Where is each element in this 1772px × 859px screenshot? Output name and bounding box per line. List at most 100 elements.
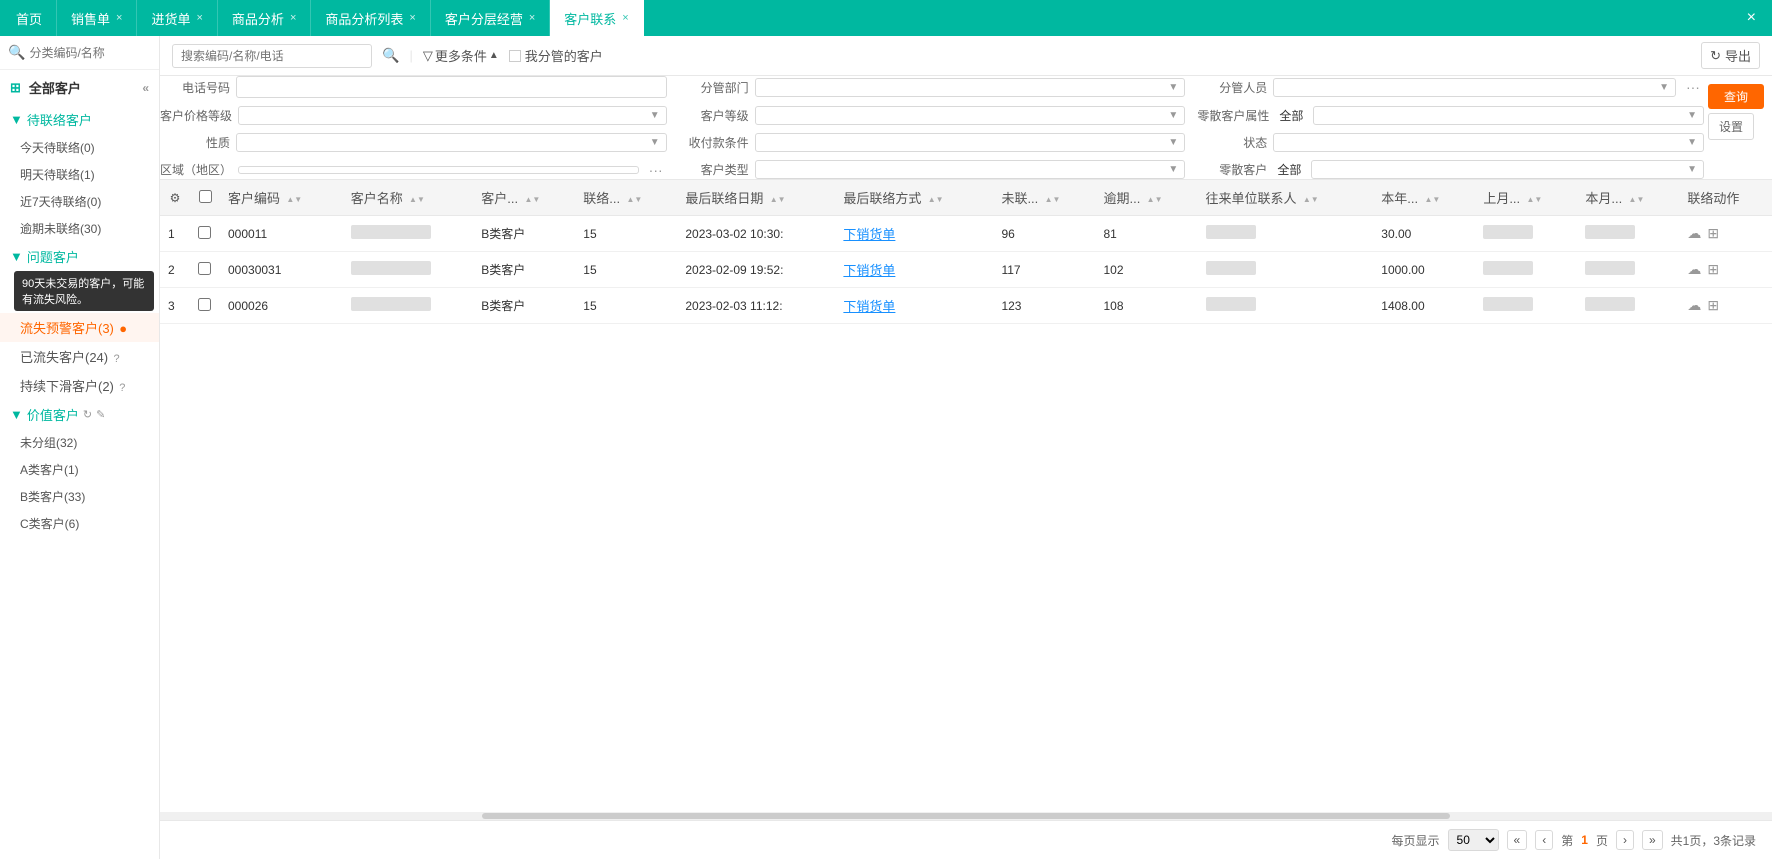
filter-customer-tier-select[interactable]: ▼ xyxy=(755,106,1186,125)
col-last-month[interactable]: 上月... ▲▼ xyxy=(1475,180,1577,216)
row2-checkbox[interactable] xyxy=(190,252,220,288)
filter-status-select[interactable]: ▼ xyxy=(1273,133,1704,152)
filter-payment-select[interactable]: ▼ xyxy=(755,133,1186,152)
filter-scattered-attr-select[interactable]: ▼ xyxy=(1313,106,1704,125)
prev-page-btn[interactable]: ‹ xyxy=(1535,830,1553,850)
col-uncontacted[interactable]: 未联... ▲▼ xyxy=(993,180,1095,216)
row3-check[interactable] xyxy=(198,298,211,311)
sidebar-item-overdue[interactable]: 逾期未联络(30) xyxy=(0,215,159,242)
sidebar-group-value: ▼ 价值客户 ↻ ✎ 未分组(32) A类客户(1) B类客户(33) C类客户… xyxy=(0,400,159,537)
query-button[interactable]: 查询 xyxy=(1708,84,1764,109)
filter-dept: 分管部门 ▼ xyxy=(679,78,1186,97)
sidebar-item-classC[interactable]: C类客户(6) xyxy=(0,510,159,537)
next-page-btn[interactable]: › xyxy=(1616,830,1634,850)
row2-check[interactable] xyxy=(198,262,211,275)
col-this-month[interactable]: 本月... ▲▼ xyxy=(1577,180,1679,216)
search-filter-icon[interactable]: 🔍 xyxy=(382,47,399,64)
close-customer-contact-tab[interactable]: × xyxy=(622,12,628,24)
sidebar-item-7days[interactable]: 近7天待联络(0) xyxy=(0,188,159,215)
settings-button[interactable]: 设置 xyxy=(1708,113,1754,140)
search-input[interactable] xyxy=(172,44,372,68)
col-last-way[interactable]: 最后联络方式 ▲▼ xyxy=(835,180,993,216)
sidebar-item-ungrouped[interactable]: 未分组(32) xyxy=(0,429,159,456)
chevron-down-icon-type: ▼ xyxy=(1168,164,1178,175)
row3-checkbox[interactable] xyxy=(190,288,220,324)
tab-purchase[interactable]: 进货单 × xyxy=(137,0,217,36)
sidebar-item-classB[interactable]: B类客户(33) xyxy=(0,483,159,510)
filter-scattered-select[interactable]: ▼ xyxy=(1311,160,1704,179)
filter-region-select[interactable] xyxy=(238,166,639,174)
filter-more-person[interactable]: ··· xyxy=(1682,79,1704,95)
sidebar-item-churn-warning[interactable]: 流失预警客户(3) ● xyxy=(0,313,159,342)
sidebar-item-declining[interactable]: 持续下滑客户(2) ? xyxy=(0,371,159,400)
row1-last-way[interactable]: 下销货单 xyxy=(835,216,993,252)
tab-product-analysis[interactable]: 商品分析 × xyxy=(218,0,311,36)
more-conditions-btn[interactable]: ▽ 更多条件 ▲ xyxy=(423,46,499,65)
col-related-contact[interactable]: 往来单位联系人 ▲▼ xyxy=(1198,180,1374,216)
my-customers-checkbox[interactable]: 我分管的客户 xyxy=(509,46,603,65)
filter-dept-select[interactable]: ▼ xyxy=(755,78,1186,97)
sidebar-item-tomorrow[interactable]: 明天待联络(1) xyxy=(0,161,159,188)
filter-person-select[interactable]: ▼ xyxy=(1273,78,1676,97)
close-product-analysis-list-tab[interactable]: × xyxy=(409,12,415,24)
col-contact[interactable]: 联络... ▲▼ xyxy=(575,180,677,216)
filter-nature-select[interactable]: ▼ xyxy=(236,133,667,152)
row2-last-way[interactable]: 下销货单 xyxy=(835,252,993,288)
checkbox-icon[interactable] xyxy=(509,50,521,62)
sidebar-item-classA[interactable]: A类客户(1) xyxy=(0,456,159,483)
tab-customer-contact[interactable]: 客户联系 × xyxy=(550,0,643,36)
filter-person: 分管人员 ▼ ··· xyxy=(1197,78,1704,97)
row2-more-icon[interactable]: ⊞ xyxy=(1707,261,1719,278)
col-name[interactable]: 客户名称 ▲▼ xyxy=(343,180,474,216)
row1-more-icon[interactable]: ⊞ xyxy=(1707,225,1719,242)
filter-price-tier-select[interactable]: ▼ xyxy=(238,106,667,125)
filter-payment-label: 收付款条件 xyxy=(679,134,749,151)
scrollbar-thumb[interactable] xyxy=(482,813,1449,819)
page-size-select[interactable]: 50 100 200 xyxy=(1448,829,1499,851)
tab-product-analysis-list[interactable]: 商品分析列表 × xyxy=(311,0,430,36)
sidebar-item-today[interactable]: 今天待联络(0) xyxy=(0,134,159,161)
close-sales-tab[interactable]: × xyxy=(116,12,122,24)
col-last-date[interactable]: 最后联络日期 ▲▼ xyxy=(677,180,835,216)
col-type[interactable]: 客户... ▲▼ xyxy=(473,180,575,216)
row1-checkbox[interactable] xyxy=(190,216,220,252)
sidebar-item-churned[interactable]: 已流失客户(24) ? xyxy=(0,342,159,371)
close-purchase-tab[interactable]: × xyxy=(196,12,202,24)
filter-customer-type-select[interactable]: ▼ xyxy=(755,160,1186,179)
row3-last-way[interactable]: 下销货单 xyxy=(835,288,993,324)
filter-more-region[interactable]: ··· xyxy=(645,162,667,178)
filter-phone-input[interactable] xyxy=(236,76,667,98)
row3-more-icon[interactable]: ⊞ xyxy=(1707,297,1719,314)
select-all-checkbox[interactable] xyxy=(199,190,212,203)
tab-home[interactable]: 首页 xyxy=(8,0,57,36)
col-overdue[interactable]: 逾期... ▲▼ xyxy=(1095,180,1197,216)
col-checkbox[interactable] xyxy=(190,180,220,216)
edit-icon[interactable]: ✎ xyxy=(96,408,105,421)
row2-note-icon[interactable]: ☁ xyxy=(1687,261,1701,278)
sidebar-collapse-btn[interactable]: « xyxy=(142,81,149,95)
first-page-btn[interactable]: « xyxy=(1507,830,1528,850)
sidebar-search-area: 🔍 xyxy=(0,36,159,70)
horizontal-scrollbar[interactable] xyxy=(160,812,1772,820)
sidebar-group-value-label[interactable]: ▼ 价值客户 ↻ ✎ xyxy=(0,400,159,429)
sidebar-search-input[interactable] xyxy=(29,46,151,60)
sidebar-group-pending-label[interactable]: ▼ 待联络客户 xyxy=(0,105,159,134)
col-code[interactable]: 客户编码 ▲▼ xyxy=(220,180,343,216)
close-customer-tier-tab[interactable]: × xyxy=(529,12,535,24)
refresh-icon[interactable]: ↻ xyxy=(83,408,92,421)
per-page-label: 每页显示 xyxy=(1392,832,1440,849)
export-button[interactable]: ↻ 导出 xyxy=(1701,42,1760,69)
last-page-btn[interactable]: » xyxy=(1642,830,1663,850)
row1-check[interactable] xyxy=(198,226,211,239)
close-all-button[interactable]: × xyxy=(1739,9,1764,27)
close-product-analysis-tab[interactable]: × xyxy=(290,12,296,24)
sidebar-group-problem-label[interactable]: ▼ 问题客户 xyxy=(0,242,159,271)
row1-note-icon[interactable]: ☁ xyxy=(1687,225,1701,242)
tab-customer-tier[interactable]: 客户分层经营 × xyxy=(431,0,550,36)
tab-sales[interactable]: 销售单 × xyxy=(57,0,137,36)
row2-this-year: 1000.00 xyxy=(1373,252,1475,288)
col-settings[interactable]: ⚙ xyxy=(160,180,190,216)
filter-nature-label: 性质 xyxy=(160,134,230,151)
row3-note-icon[interactable]: ☁ xyxy=(1687,297,1701,314)
col-this-year[interactable]: 本年... ▲▼ xyxy=(1373,180,1475,216)
